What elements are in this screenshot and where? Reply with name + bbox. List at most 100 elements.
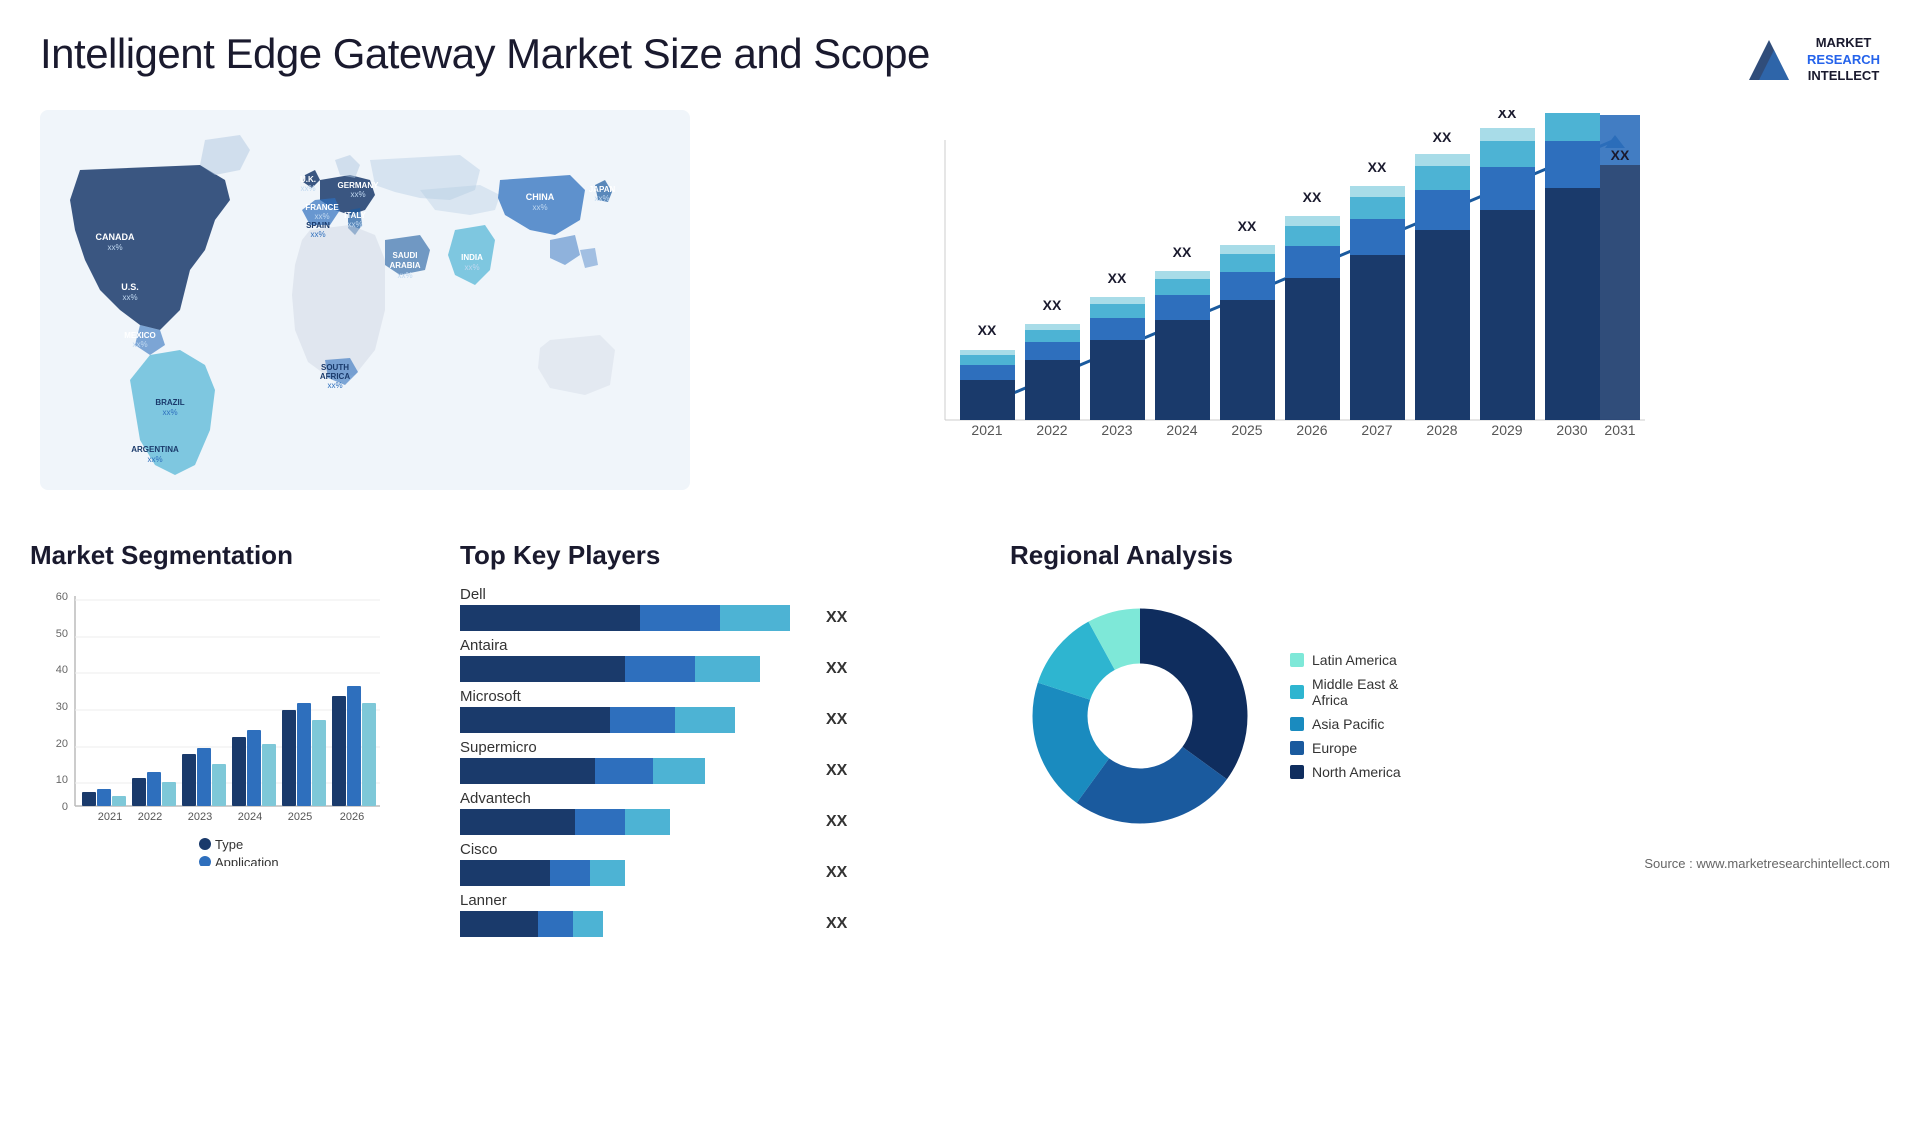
svg-text:xx%: xx% xyxy=(327,381,342,390)
svg-text:xx%: xx% xyxy=(162,408,177,417)
svg-text:2021: 2021 xyxy=(971,422,1002,438)
svg-text:xx%: xx% xyxy=(147,455,162,464)
player-bar-cisco: XX xyxy=(460,860,980,886)
svg-text:GERMANY: GERMANY xyxy=(338,181,380,190)
svg-text:2023: 2023 xyxy=(1101,422,1132,438)
legend-color-mea xyxy=(1290,685,1304,699)
legend-color-europe xyxy=(1290,741,1304,755)
svg-text:JAPAN: JAPAN xyxy=(589,185,616,194)
player-cisco: Cisco XX xyxy=(460,841,980,886)
svg-text:CANADA: CANADA xyxy=(96,232,135,242)
legend-label-na: North America xyxy=(1312,764,1401,780)
svg-text:xx%: xx% xyxy=(594,194,609,203)
svg-text:Type: Type xyxy=(215,837,243,852)
player-microsoft: Microsoft XX xyxy=(460,688,980,733)
svg-text:XX: XX xyxy=(978,322,997,338)
donut-container: Latin America Middle East &Africa Asia P… xyxy=(1010,586,1890,846)
svg-text:2026: 2026 xyxy=(1296,422,1327,438)
legend-color-asia xyxy=(1290,717,1304,731)
legend-europe: Europe xyxy=(1290,740,1401,756)
donut-chart xyxy=(1010,586,1270,846)
world-map: CANADA xx% U.S. xx% MEXICO xx% BRAZIL xx… xyxy=(40,110,680,490)
chart-svg: XX 2021 XX 2022 XX 2023 xyxy=(700,110,1860,490)
growth-chart: XX 2021 XX 2022 XX 2023 xyxy=(700,110,1860,490)
svg-text:XX: XX xyxy=(1303,189,1322,205)
segmentation-title: Market Segmentation xyxy=(30,540,430,571)
svg-text:ARABIA: ARABIA xyxy=(389,261,420,270)
svg-text:2025: 2025 xyxy=(288,811,312,823)
svg-text:xx%: xx% xyxy=(300,184,315,193)
svg-text:XX: XX xyxy=(1043,297,1062,313)
legend-label-asia: Asia Pacific xyxy=(1312,716,1384,732)
svg-text:50: 50 xyxy=(56,628,68,640)
logo-icon xyxy=(1739,30,1799,90)
svg-text:SAUDI: SAUDI xyxy=(393,251,418,260)
legend-asia: Asia Pacific xyxy=(1290,716,1401,732)
players-title: Top Key Players xyxy=(460,540,980,571)
svg-text:xx%: xx% xyxy=(122,293,137,302)
player-antaira: Antaira XX xyxy=(460,637,980,682)
legend-latin-america: Latin America xyxy=(1290,652,1401,668)
svg-text:2030: 2030 xyxy=(1556,422,1587,438)
legend-label-mea: Middle East &Africa xyxy=(1312,676,1398,708)
legend-label-latin: Latin America xyxy=(1312,652,1397,668)
world-map-svg: CANADA xx% U.S. xx% MEXICO xx% BRAZIL xx… xyxy=(40,110,690,490)
bottom-grid: Market Segmentation 60 50 40 30 20 10 0 xyxy=(0,520,1920,953)
svg-text:2022: 2022 xyxy=(1036,422,1067,438)
svg-text:XX: XX xyxy=(1498,110,1517,121)
main-grid: CANADA xx% U.S. xx% MEXICO xx% BRAZIL xx… xyxy=(0,100,1920,520)
donut-legend: Latin America Middle East &Africa Asia P… xyxy=(1290,652,1401,780)
svg-text:xx%: xx% xyxy=(107,243,122,252)
growth-chart-section: XX 2021 XX 2022 XX 2023 xyxy=(690,100,1890,520)
svg-text:2028: 2028 xyxy=(1426,422,1457,438)
svg-text:INDIA: INDIA xyxy=(461,253,483,262)
page-header: Intelligent Edge Gateway Market Size and… xyxy=(0,0,1920,100)
players-section: Top Key Players Dell XX Antaira xyxy=(460,540,980,943)
svg-text:2026: 2026 xyxy=(340,811,364,823)
svg-text:FRANCE: FRANCE xyxy=(305,203,339,212)
svg-text:30: 30 xyxy=(56,701,68,713)
player-bar-microsoft: XX xyxy=(460,707,980,733)
svg-text:10: 10 xyxy=(56,774,68,786)
players-list: Dell XX Antaira xyxy=(460,586,980,937)
source-text: Source : www.marketresearchintellect.com xyxy=(1010,856,1890,871)
legend-color-na xyxy=(1290,765,1304,779)
svg-text:xx%: xx% xyxy=(350,190,365,199)
svg-text:XX: XX xyxy=(1173,244,1192,260)
player-bar-antaira: XX xyxy=(460,656,980,682)
svg-text:XX: XX xyxy=(1238,218,1257,234)
svg-text:40: 40 xyxy=(56,664,68,676)
svg-text:SOUTH: SOUTH xyxy=(321,363,349,372)
svg-text:xx%: xx% xyxy=(347,220,362,229)
player-dell: Dell XX xyxy=(460,586,980,631)
svg-text:U.K.: U.K. xyxy=(300,175,316,184)
svg-text:CHINA: CHINA xyxy=(526,192,555,202)
player-bar-lanner: XX xyxy=(460,911,980,937)
svg-text:ITALY: ITALY xyxy=(344,211,366,220)
svg-text:MEXICO: MEXICO xyxy=(124,331,156,340)
svg-text:60: 60 xyxy=(56,591,68,603)
svg-text:0: 0 xyxy=(62,801,68,813)
svg-text:ARGENTINA: ARGENTINA xyxy=(131,445,179,454)
player-name-dell: Dell xyxy=(460,586,980,603)
svg-text:2023: 2023 xyxy=(188,811,212,823)
svg-text:2029: 2029 xyxy=(1491,422,1522,438)
svg-text:BRAZIL: BRAZIL xyxy=(155,398,184,407)
map-section: CANADA xx% U.S. xx% MEXICO xx% BRAZIL xx… xyxy=(30,100,690,520)
legend-north-america: North America xyxy=(1290,764,1401,780)
svg-text:2024: 2024 xyxy=(1166,422,1197,438)
svg-text:2031: 2031 xyxy=(1604,422,1635,438)
svg-text:2027: 2027 xyxy=(1361,422,1392,438)
svg-text:AFRICA: AFRICA xyxy=(320,372,350,381)
svg-text:xx%: xx% xyxy=(310,230,325,239)
logo: MARKET RESEARCH INTELLECT xyxy=(1739,30,1880,90)
legend-color-latin xyxy=(1290,653,1304,667)
svg-text:xx%: xx% xyxy=(397,271,412,280)
legend-label-europe: Europe xyxy=(1312,740,1357,756)
svg-text:xx%: xx% xyxy=(132,340,147,349)
svg-text:2021: 2021 xyxy=(98,811,122,823)
segmentation-section: Market Segmentation 60 50 40 30 20 10 0 xyxy=(30,540,430,943)
svg-text:XX: XX xyxy=(1368,159,1387,175)
segmentation-chart: 60 50 40 30 20 10 0 2021 2022 xyxy=(30,586,390,866)
svg-text:xx%: xx% xyxy=(532,203,547,212)
